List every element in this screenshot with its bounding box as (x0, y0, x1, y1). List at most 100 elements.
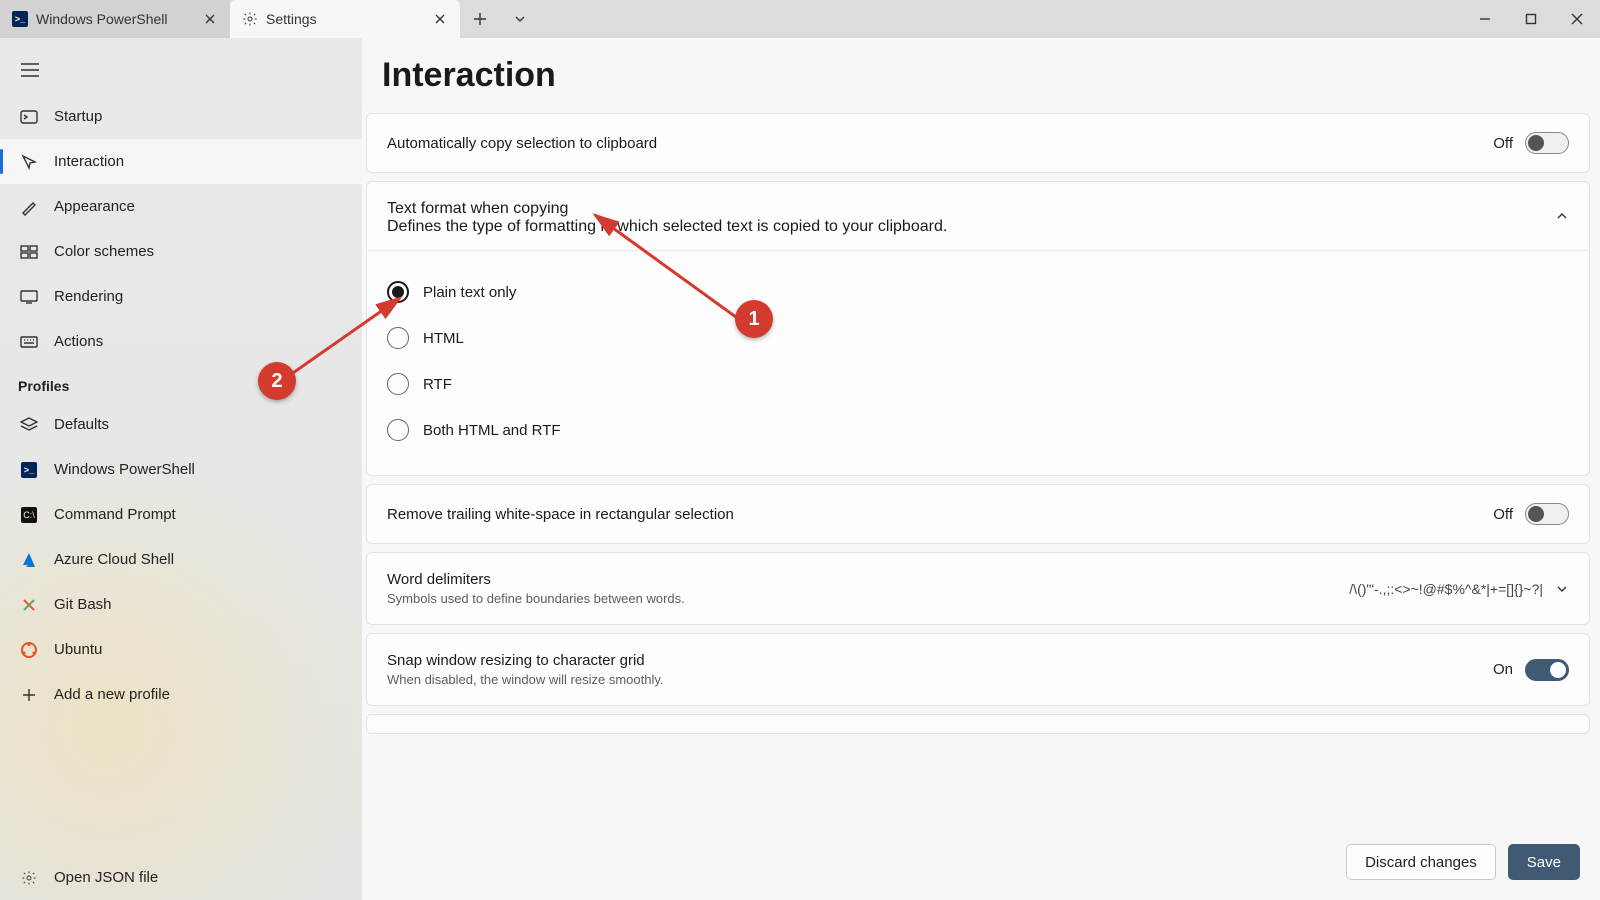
discard-button[interactable]: Discard changes (1346, 844, 1496, 880)
sidebar-item-azure[interactable]: Azure Cloud Shell (0, 537, 362, 582)
sidebar-item-defaults[interactable]: Defaults (0, 402, 362, 447)
palette-icon (20, 243, 38, 261)
sidebar-item-label: Interaction (54, 153, 124, 170)
new-tab-button[interactable] (460, 0, 500, 38)
radio-label: Plain text only (423, 284, 516, 301)
page-title: Interaction (362, 38, 1600, 113)
startup-icon (20, 108, 38, 126)
ubuntu-icon (20, 641, 38, 659)
sidebar-item-startup[interactable]: Startup (0, 94, 362, 139)
gear-icon (20, 869, 38, 887)
footer-actions: Discard changes Save (362, 828, 1600, 900)
close-icon[interactable] (202, 11, 218, 27)
plus-icon (20, 686, 38, 704)
window-controls (1462, 0, 1600, 38)
setting-header[interactable]: Text format when copying Defines the typ… (367, 182, 1589, 250)
tab-label: Settings (266, 11, 317, 27)
radio-label: Both HTML and RTF (423, 422, 561, 439)
gear-icon (242, 11, 258, 27)
sidebar-item-ubuntu[interactable]: Ubuntu (0, 627, 362, 672)
sidebar-item-gitbash[interactable]: Git Bash (0, 582, 362, 627)
toggle-trim[interactable] (1525, 503, 1569, 525)
toggle-state: Off (1493, 506, 1513, 523)
cmd-icon: C:\ (20, 506, 38, 524)
radio-plain-text[interactable]: Plain text only (387, 269, 1569, 315)
radio-icon (387, 419, 409, 441)
layers-icon (20, 416, 38, 434)
tab-label: Windows PowerShell (36, 11, 168, 27)
setting-label: Text format when copying (387, 200, 947, 218)
radio-icon (387, 327, 409, 349)
setting-next-partial (366, 714, 1590, 734)
setting-word-delimiters[interactable]: Word delimiters Symbols used to define b… (366, 552, 1590, 625)
setting-auto-copy[interactable]: Automatically copy selection to clipboar… (366, 113, 1590, 173)
sidebar-item-label: Add a new profile (54, 686, 170, 703)
maximize-button[interactable] (1508, 0, 1554, 38)
setting-desc: Defines the type of formatting in which … (387, 218, 947, 236)
toggle-state: On (1493, 661, 1513, 678)
delimiter-value: /\()"'-.,;:<>~!@#$%^&*|+=[]{}~?| (1349, 581, 1543, 597)
setting-label: Remove trailing white-space in rectangul… (387, 506, 734, 523)
save-button[interactable]: Save (1508, 844, 1580, 880)
close-icon[interactable] (432, 11, 448, 27)
tab-dropdown-icon[interactable] (500, 0, 540, 38)
git-icon (20, 596, 38, 614)
toggle-auto-copy[interactable] (1525, 132, 1569, 154)
setting-text-format: Text format when copying Defines the typ… (366, 181, 1590, 476)
radio-icon (387, 373, 409, 395)
monitor-icon (20, 288, 38, 306)
minimize-button[interactable] (1462, 0, 1508, 38)
sidebar-item-label: Appearance (54, 198, 135, 215)
sidebar-item-label: Actions (54, 333, 103, 350)
setting-label: Word delimiters (387, 571, 685, 588)
powershell-icon: >_ (12, 11, 28, 27)
radio-icon (387, 281, 409, 303)
powershell-icon: >_ (20, 461, 38, 479)
main-content: Interaction Automatically copy selection… (362, 38, 1600, 900)
radio-label: HTML (423, 330, 464, 347)
toggle-state: Off (1493, 135, 1513, 152)
interaction-icon (20, 153, 38, 171)
sidebar-item-label: Rendering (54, 288, 123, 305)
sidebar-item-colors[interactable]: Color schemes (0, 229, 362, 274)
sidebar-item-label: Azure Cloud Shell (54, 551, 174, 568)
close-button[interactable] (1554, 0, 1600, 38)
radio-rtf[interactable]: RTF (387, 361, 1569, 407)
chevron-down-icon (1555, 582, 1569, 596)
radio-group-text-format: Plain text only HTML RTF Both HTML and R… (367, 250, 1589, 475)
sidebar-item-label: Startup (54, 108, 102, 125)
chevron-up-icon (1555, 210, 1569, 227)
hamburger-icon[interactable] (6, 46, 54, 94)
sidebar-item-powershell[interactable]: >_ Windows PowerShell (0, 447, 362, 492)
sidebar-item-label: Git Bash (54, 596, 112, 613)
sidebar-item-interaction[interactable]: Interaction (0, 139, 362, 184)
sidebar-item-label: Color schemes (54, 243, 154, 260)
setting-desc: Symbols used to define boundaries betwee… (387, 591, 685, 606)
sidebar: Startup Interaction Appearance Color sch… (0, 38, 362, 900)
sidebar-item-appearance[interactable]: Appearance (0, 184, 362, 229)
appearance-icon (20, 198, 38, 216)
sidebar-item-actions[interactable]: Actions (0, 319, 362, 364)
tab-powershell[interactable]: >_ Windows PowerShell (0, 0, 230, 38)
setting-label: Automatically copy selection to clipboar… (387, 135, 657, 152)
sidebar-item-add-profile[interactable]: Add a new profile (0, 672, 362, 717)
sidebar-item-label: Defaults (54, 416, 109, 433)
sidebar-item-label: Ubuntu (54, 641, 102, 658)
sidebar-item-cmd[interactable]: C:\ Command Prompt (0, 492, 362, 537)
radio-both[interactable]: Both HTML and RTF (387, 407, 1569, 453)
setting-trim-whitespace[interactable]: Remove trailing white-space in rectangul… (366, 484, 1590, 544)
profiles-header: Profiles (0, 364, 362, 402)
sidebar-item-open-json[interactable]: Open JSON file (0, 855, 362, 900)
setting-desc: When disabled, the window will resize sm… (387, 672, 664, 687)
sidebar-item-label: Command Prompt (54, 506, 176, 523)
setting-snap-resize[interactable]: Snap window resizing to character grid W… (366, 633, 1590, 706)
radio-label: RTF (423, 376, 452, 393)
sidebar-item-rendering[interactable]: Rendering (0, 274, 362, 319)
toggle-snap[interactable] (1525, 659, 1569, 681)
setting-label: Snap window resizing to character grid (387, 652, 664, 669)
radio-html[interactable]: HTML (387, 315, 1569, 361)
sidebar-item-label: Windows PowerShell (54, 461, 195, 478)
titlebar: >_ Windows PowerShell Settings (0, 0, 1600, 38)
azure-icon (20, 551, 38, 569)
tab-settings[interactable]: Settings (230, 0, 460, 38)
